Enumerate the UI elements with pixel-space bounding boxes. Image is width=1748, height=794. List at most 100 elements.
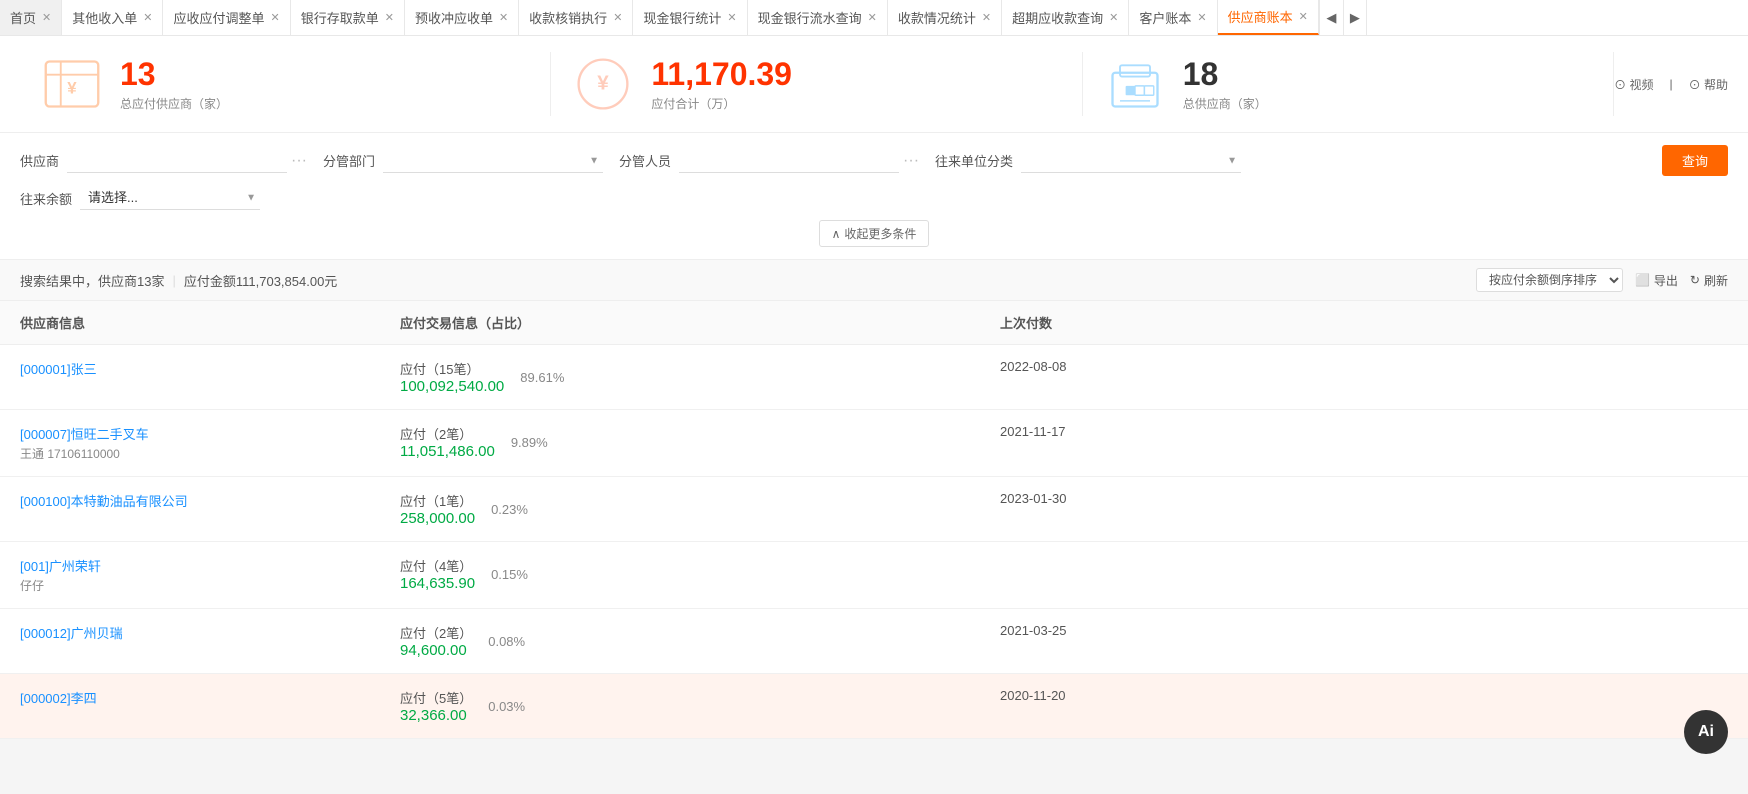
nav-tab-cash-stat[interactable]: 现金银行统计 ✕ [633,0,747,35]
nav-tab-ar-ap-adjust[interactable]: 应收应付调整单 ✕ [163,0,290,35]
supplier-link[interactable]: [000007]恒旺二手叉车 [20,427,149,442]
last-payment-cell: 2021-03-25 [1000,623,1728,638]
nav-tab-overdue[interactable]: 超期应收款查询 ✕ [1002,0,1129,35]
export-button[interactable]: ⬜ 导出 [1635,272,1678,289]
col-header-supplier: 供应商信息 [20,313,400,332]
balance-filter-label: 往来余额 [20,189,72,208]
help-link[interactable]: ⊙ 帮助 [1689,76,1728,93]
supplier-info-cell: [000012]广州贝瑞 [20,623,400,642]
table-row[interactable]: [000012]广州贝瑞 应付（2笔） 94,600.00 0.08% 2021… [0,609,1748,674]
search-button[interactable]: 查询 [1662,145,1728,176]
summary-payable-suppliers-label: 总应付供应商（家） [120,95,228,112]
last-payment-date: 2022-08-08 [1000,359,1728,374]
table-row[interactable]: [000100]本特勤油品有限公司 应付（1笔） 258,000.00 0.23… [0,477,1748,542]
supplier-link[interactable]: [000001]张三 [20,362,97,377]
col-header-last-payment: 上次付数 [1000,313,1728,332]
summary-total-payable-label: 应付合计（万） [651,95,792,112]
last-payment-cell: 2021-11-17 [1000,424,1728,439]
nav-tab-ar-ap-adjust-close[interactable]: ✕ [270,11,279,24]
video-link[interactable]: ⊙ 视频 [1614,76,1653,93]
dept-filter-select[interactable] [383,149,603,173]
nav-tab-bank[interactable]: 银行存取款单 ✕ [291,0,405,35]
nav-tab-supplier-account[interactable]: 供应商账本 ✕ [1218,0,1319,35]
category-filter-select[interactable] [1021,149,1241,173]
last-payment-cell: 2022-08-08 [1000,359,1728,374]
nav-next-arrow[interactable]: ▶ [1343,0,1367,35]
sort-select[interactable]: 按应付余额倒序排序 [1476,268,1623,292]
nav-prev-arrow[interactable]: ◀ [1319,0,1343,35]
transaction-label: 应付（5笔） [400,688,472,707]
transaction-amount[interactable]: 94,600.00 [400,642,472,659]
summary-total-payable-number: 11,170.39 [651,56,792,93]
nav-tab-customer-account[interactable]: 客户账本 ✕ [1129,0,1217,35]
transaction-pct: 0.23% [491,502,528,517]
filter-balance: 往来余额 请选择... [20,186,260,210]
col-header-transaction: 应付交易信息（占比） [400,313,1000,332]
person-filter-dots[interactable]: ··· [903,152,919,170]
transaction-amount[interactable]: 11,051,486.00 [400,443,495,460]
svg-text:¥: ¥ [598,72,610,95]
payable-suppliers-icon: ¥ [40,52,104,116]
table-row[interactable]: [000001]张三 应付（15笔） 100,092,540.00 89.61%… [0,345,1748,410]
collapse-filter-label: 收起更多条件 [844,225,916,242]
nav-tab-prepaid[interactable]: 预收冲应收单 ✕ [405,0,519,35]
transaction-label: 应付（1笔） [400,491,475,510]
table-header: 供应商信息 应付交易信息（占比） 上次付数 [0,301,1748,345]
transaction-pct: 9.89% [511,435,548,450]
nav-tab-prepaid-close[interactable]: ✕ [499,11,508,24]
summary-total-suppliers-number: 18 [1183,56,1267,93]
nav-tab-home-close[interactable]: ✕ [42,11,51,24]
nav-tab-collection-stat-close[interactable]: ✕ [982,11,991,24]
table-row[interactable]: [001]广州荣轩 仔仔 应付（4笔） 164,635.90 0.15% [0,542,1748,609]
ai-button[interactable]: Ai [1684,710,1728,754]
nav-tab-home[interactable]: 首页 ✕ [0,0,62,35]
supplier-info-cell: [001]广州荣轩 仔仔 [20,556,400,594]
nav-tab-customer-account-close[interactable]: ✕ [1197,11,1206,24]
nav-tab-home-label: 首页 [10,8,36,27]
filter-row-2: 往来余额 请选择... [20,186,1728,210]
nav-tab-supplier-account-close[interactable]: ✕ [1299,10,1308,23]
nav-tab-cash-stat-label: 现金银行统计 [643,8,721,27]
total-payable-icon: ¥ [571,52,635,116]
nav-tab-cash-stat-close[interactable]: ✕ [727,11,736,24]
person-filter-input[interactable] [679,149,899,173]
transaction-details: 应付（2笔） 94,600.00 0.08% [400,623,1000,659]
nav-tab-prepaid-label: 预收冲应收单 [415,8,493,27]
transaction-amount[interactable]: 100,092,540.00 [400,378,504,395]
nav-tab-other-income-close[interactable]: ✕ [143,11,152,24]
transaction-amount[interactable]: 258,000.00 [400,510,475,527]
filter-person: 分管人员 ··· [619,149,919,173]
supplier-link[interactable]: [000100]本特勤油品有限公司 [20,494,188,509]
summary-card-total-payable: ¥ 11,170.39 应付合计（万） [551,52,1082,116]
transaction-amount[interactable]: 164,635.90 [400,575,475,592]
nav-tab-collection-close[interactable]: ✕ [613,11,622,24]
supplier-link[interactable]: [000012]广州贝瑞 [20,626,123,641]
last-payment-cell: 2020-11-20 [1000,688,1728,703]
supplier-filter-input[interactable] [67,149,287,173]
supplier-info-cell: [000002]李四 [20,688,400,707]
nav-tab-cash-flow[interactable]: 现金银行流水查询 ✕ [748,0,888,35]
balance-select-wrapper: 请选择... [80,186,260,210]
nav-tab-overdue-close[interactable]: ✕ [1109,11,1118,24]
summary-total-suppliers-label: 总供应商（家） [1183,95,1267,112]
nav-tab-bank-close[interactable]: ✕ [385,11,394,24]
refresh-label: 刷新 [1704,272,1728,289]
nav-tab-other-income[interactable]: 其他收入单 ✕ [62,0,163,35]
dept-select-wrapper [383,149,603,173]
nav-tab-collection-stat[interactable]: 收款情况统计 ✕ [888,0,1002,35]
table-row[interactable]: [000007]恒旺二手叉车 王通 17106110000 应付（2笔） 11,… [0,410,1748,477]
supplier-link[interactable]: [001]广州荣轩 [20,559,101,574]
summary-payable-suppliers-number: 13 [120,56,228,93]
dept-filter-label: 分管部门 [323,151,375,170]
nav-tab-supplier-account-label: 供应商账本 [1228,7,1293,26]
collapse-filter-button[interactable]: ∧ 收起更多条件 [819,220,930,247]
transaction-amount[interactable]: 32,366.00 [400,707,472,724]
refresh-button[interactable]: ↻ 刷新 [1690,272,1728,289]
supplier-filter-dots[interactable]: ··· [291,152,307,170]
balance-filter-select[interactable]: 请选择... [80,186,260,210]
svg-text:¥: ¥ [67,78,77,97]
table-row[interactable]: [000002]李四 应付（5笔） 32,366.00 0.03% 2020-1… [0,674,1748,739]
supplier-link[interactable]: [000002]李四 [20,691,97,706]
nav-tab-cash-flow-close[interactable]: ✕ [868,11,877,24]
nav-tab-collection[interactable]: 收款核销执行 ✕ [519,0,633,35]
